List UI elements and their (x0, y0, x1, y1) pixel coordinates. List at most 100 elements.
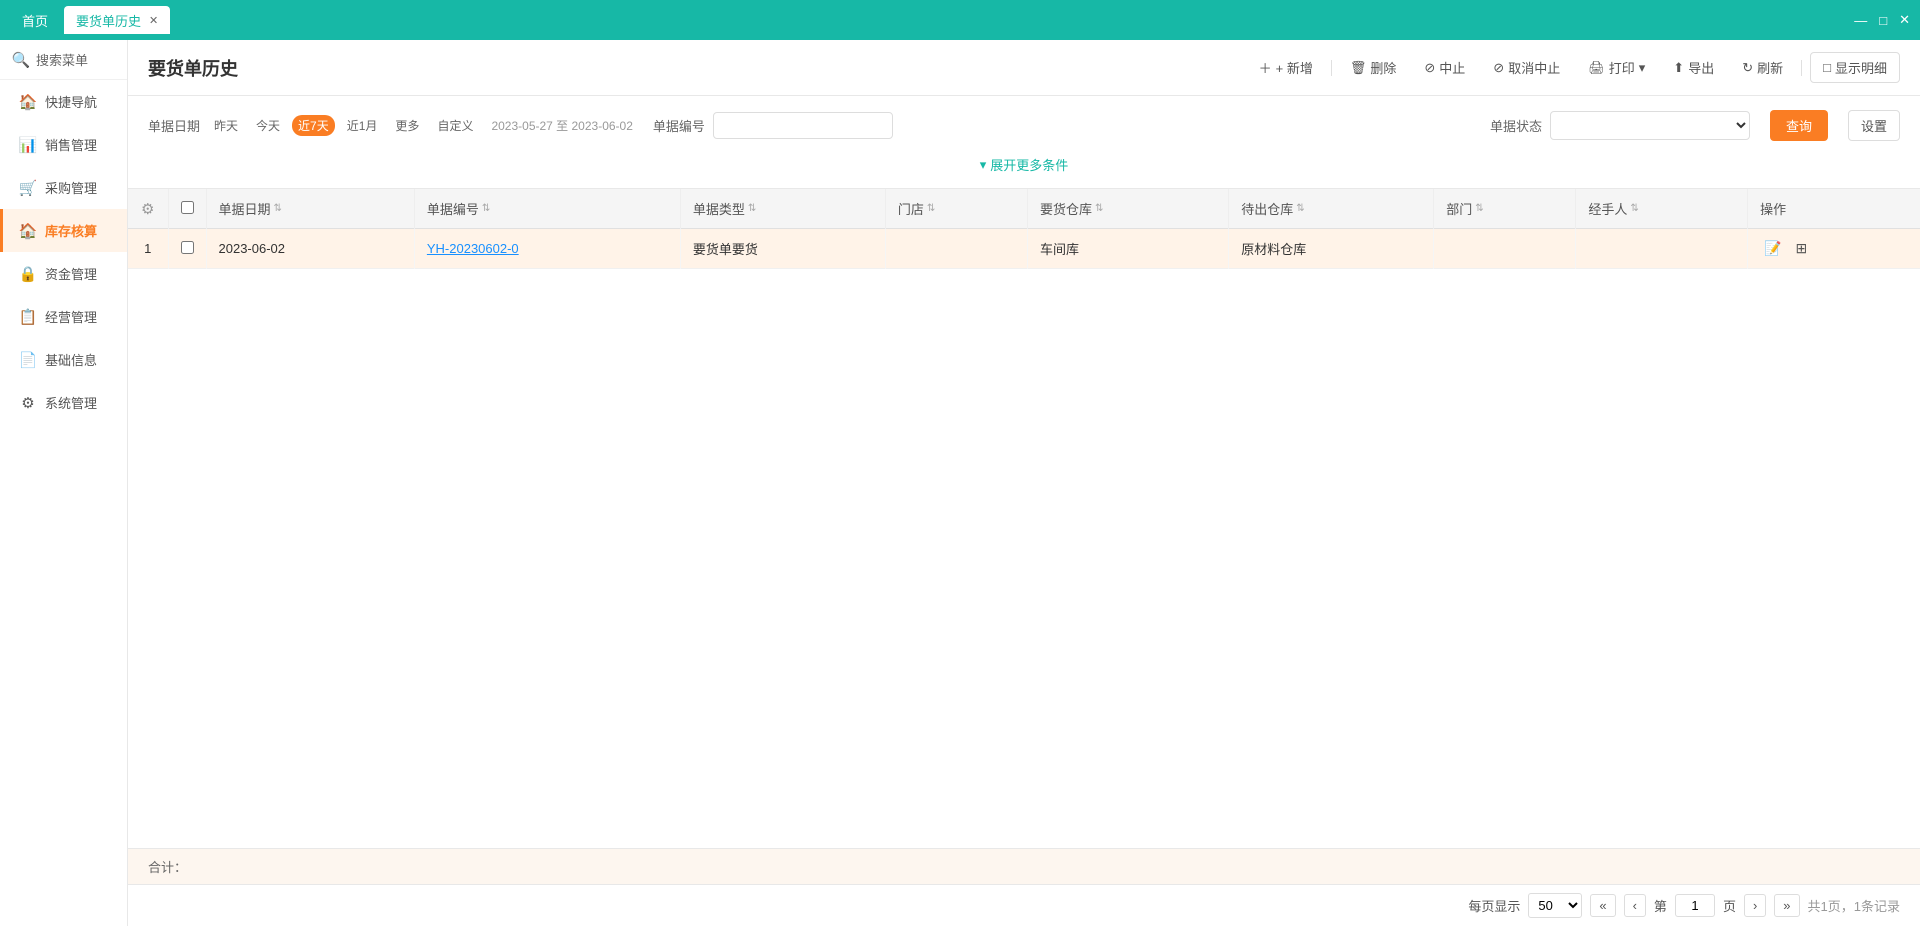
page-size-select[interactable]: 50 100 200 (1528, 893, 1582, 918)
col-store: 门店 ⇅ (885, 189, 1027, 229)
settings-label: 设置 (1861, 116, 1887, 135)
sidebar-item-system[interactable]: ⚙ 系统管理 (0, 381, 127, 424)
last-page-button[interactable]: » (1774, 894, 1799, 917)
col-doc-date-label: 单据日期 (219, 199, 271, 218)
maximize-btn[interactable]: □ (1879, 13, 1887, 28)
cancel-stop-icon: ⊘ (1493, 60, 1504, 76)
select-all-checkbox[interactable] (181, 201, 194, 214)
col-department-label: 部门 (1446, 199, 1472, 218)
query-label: 查询 (1786, 116, 1812, 135)
sort-handler-icon: ⇅ (1630, 203, 1638, 214)
sidebar-item-purchase[interactable]: 🛒 采购管理 (0, 166, 127, 209)
search-icon: 🔍 (12, 51, 30, 69)
col-doc-type-label: 单据类型 (693, 199, 745, 218)
tab-home[interactable]: 首页 (10, 6, 60, 34)
col-req-warehouse: 要货仓库 ⇅ (1027, 189, 1228, 229)
doc-status-select[interactable] (1550, 111, 1750, 140)
sort-doc-number[interactable]: 单据编号 ⇅ (427, 199, 668, 218)
sidebar-item-label: 库存核算 (45, 221, 97, 240)
show-detail-button[interactable]: □ 显示明细 (1810, 52, 1900, 83)
date-filter: 单据日期 昨天 今天 近7天 近1月 更多 自定义 2023-05-27 至 2… (148, 115, 633, 136)
row-checkbox[interactable] (168, 229, 206, 269)
col-doc-number-label: 单据编号 (427, 199, 479, 218)
export-button[interactable]: ⬆ 导出 (1663, 53, 1724, 82)
col-handler-label: 经手人 (1588, 199, 1627, 218)
sort-department[interactable]: 部门 ⇅ (1446, 199, 1563, 218)
shortcut-1month[interactable]: 近1月 (341, 115, 384, 136)
new-button[interactable]: ＋ + 新增 (1249, 53, 1323, 82)
sort-doc-type[interactable]: 单据类型 ⇅ (693, 199, 873, 218)
stop-button[interactable]: ⊘ 中止 (1414, 53, 1475, 82)
first-page-button[interactable]: « (1590, 894, 1615, 917)
row-delete-button[interactable]: ⊞ (1792, 238, 1812, 259)
col-pending-warehouse-label: 待出仓库 (1241, 199, 1293, 218)
quick-nav-icon: 🏠 (19, 93, 37, 111)
column-settings-icon[interactable]: ⚙ (141, 201, 154, 218)
doc-number-input[interactable] (713, 112, 893, 139)
divider (1331, 60, 1332, 76)
col-settings: ⚙ (128, 189, 168, 229)
settings-button[interactable]: 设置 (1848, 110, 1900, 141)
expand-conditions-button[interactable]: ▾ 展开更多条件 (970, 151, 1079, 178)
refresh-button[interactable]: ↻ 刷新 (1732, 53, 1793, 82)
page-number-input[interactable] (1675, 894, 1715, 917)
col-pending-warehouse: 待出仓库 ⇅ (1229, 189, 1434, 229)
minimize-btn[interactable]: — (1854, 13, 1867, 28)
show-detail-icon: □ (1823, 60, 1831, 75)
sidebar-item-label: 系统管理 (45, 393, 97, 412)
expand-row: ▾ 展开更多条件 (148, 149, 1900, 180)
col-operations: 操作 (1748, 189, 1920, 229)
refresh-icon: ↻ (1742, 60, 1753, 76)
sidebar-item-label: 资金管理 (45, 264, 97, 283)
row-pending-warehouse: 原材料仓库 (1229, 229, 1434, 269)
delete-icon: 🗑 (1350, 60, 1367, 76)
window-controls: — □ ✕ (1854, 12, 1910, 28)
row-doc-date: 2023-06-02 (206, 229, 414, 269)
row-ops: 📝 ⊞ (1748, 229, 1920, 269)
tab-close-icon[interactable]: ✕ (149, 14, 158, 27)
cancel-stop-button[interactable]: ⊘ 取消中止 (1483, 53, 1570, 82)
sidebar-search[interactable]: 🔍 搜索菜单 (0, 40, 127, 80)
shortcut-yesterday[interactable]: 昨天 (208, 115, 244, 136)
row-edit-button[interactable]: 📝 (1760, 238, 1785, 259)
sales-icon: 📊 (19, 136, 37, 154)
sidebar-item-finance[interactable]: 🔒 资金管理 (0, 252, 127, 295)
sidebar-item-sales[interactable]: 📊 销售管理 (0, 123, 127, 166)
print-button[interactable]: 🖨 打印 ▾ (1578, 53, 1655, 82)
header-actions: ＋ + 新增 🗑 删除 ⊘ 中止 ⊘ 取消中止 🖨 打 (1249, 52, 1900, 83)
tab-requisition-history[interactable]: 要货单历史 ✕ (64, 6, 170, 34)
sort-handler[interactable]: 经手人 ⇅ (1588, 199, 1735, 218)
shortcut-custom[interactable]: 自定义 (431, 115, 479, 136)
sort-pending-warehouse[interactable]: 待出仓库 ⇅ (1241, 199, 1421, 218)
pagination: 每页显示 50 100 200 « ‹ 第 页 › » 共1页，1条记录 (128, 884, 1920, 926)
page-header: 要货单历史 ＋ + 新增 🗑 删除 ⊘ 中止 ⊘ 取消中止 (128, 40, 1920, 96)
query-button[interactable]: 查询 (1770, 110, 1828, 141)
inventory-icon: 🏠 (19, 222, 37, 240)
sidebar-search-label: 搜索菜单 (36, 50, 88, 69)
sidebar-item-label: 采购管理 (45, 178, 97, 197)
doc-number-link[interactable]: YH-20230602-0 (427, 241, 519, 256)
next-page-button[interactable]: › (1744, 894, 1766, 917)
sort-store[interactable]: 门店 ⇅ (898, 199, 1015, 218)
sort-store-icon: ⇅ (927, 203, 935, 214)
shortcut-more[interactable]: 更多 (389, 115, 425, 136)
shortcut-today[interactable]: 今天 (250, 115, 286, 136)
sort-doc-date-icon: ⇅ (274, 203, 282, 214)
shortcut-7days[interactable]: 近7天 (292, 115, 335, 136)
sidebar-item-label: 销售管理 (45, 135, 97, 154)
print-icon: 🖨 (1588, 60, 1605, 76)
sidebar-item-inventory[interactable]: 🏠 库存核算 (0, 209, 127, 252)
col-operations-label: 操作 (1760, 202, 1786, 217)
col-doc-number: 单据编号 ⇅ (414, 189, 680, 229)
delete-button[interactable]: 🗑 删除 (1340, 53, 1407, 82)
prev-page-button[interactable]: ‹ (1624, 894, 1646, 917)
close-btn[interactable]: ✕ (1899, 12, 1910, 28)
sidebar-item-operations[interactable]: 📋 经营管理 (0, 295, 127, 338)
sort-req-warehouse[interactable]: 要货仓库 ⇅ (1040, 199, 1216, 218)
sidebar-item-basic-info[interactable]: 📄 基础信息 (0, 338, 127, 381)
sort-req-warehouse-icon: ⇅ (1095, 203, 1103, 214)
sort-doc-type-icon: ⇅ (748, 203, 756, 214)
date-range-text: 2023-05-27 至 2023-06-02 (491, 117, 632, 134)
sidebar-item-quick-nav[interactable]: 🏠 快捷导航 (0, 80, 127, 123)
sort-doc-date[interactable]: 单据日期 ⇅ (219, 199, 402, 218)
